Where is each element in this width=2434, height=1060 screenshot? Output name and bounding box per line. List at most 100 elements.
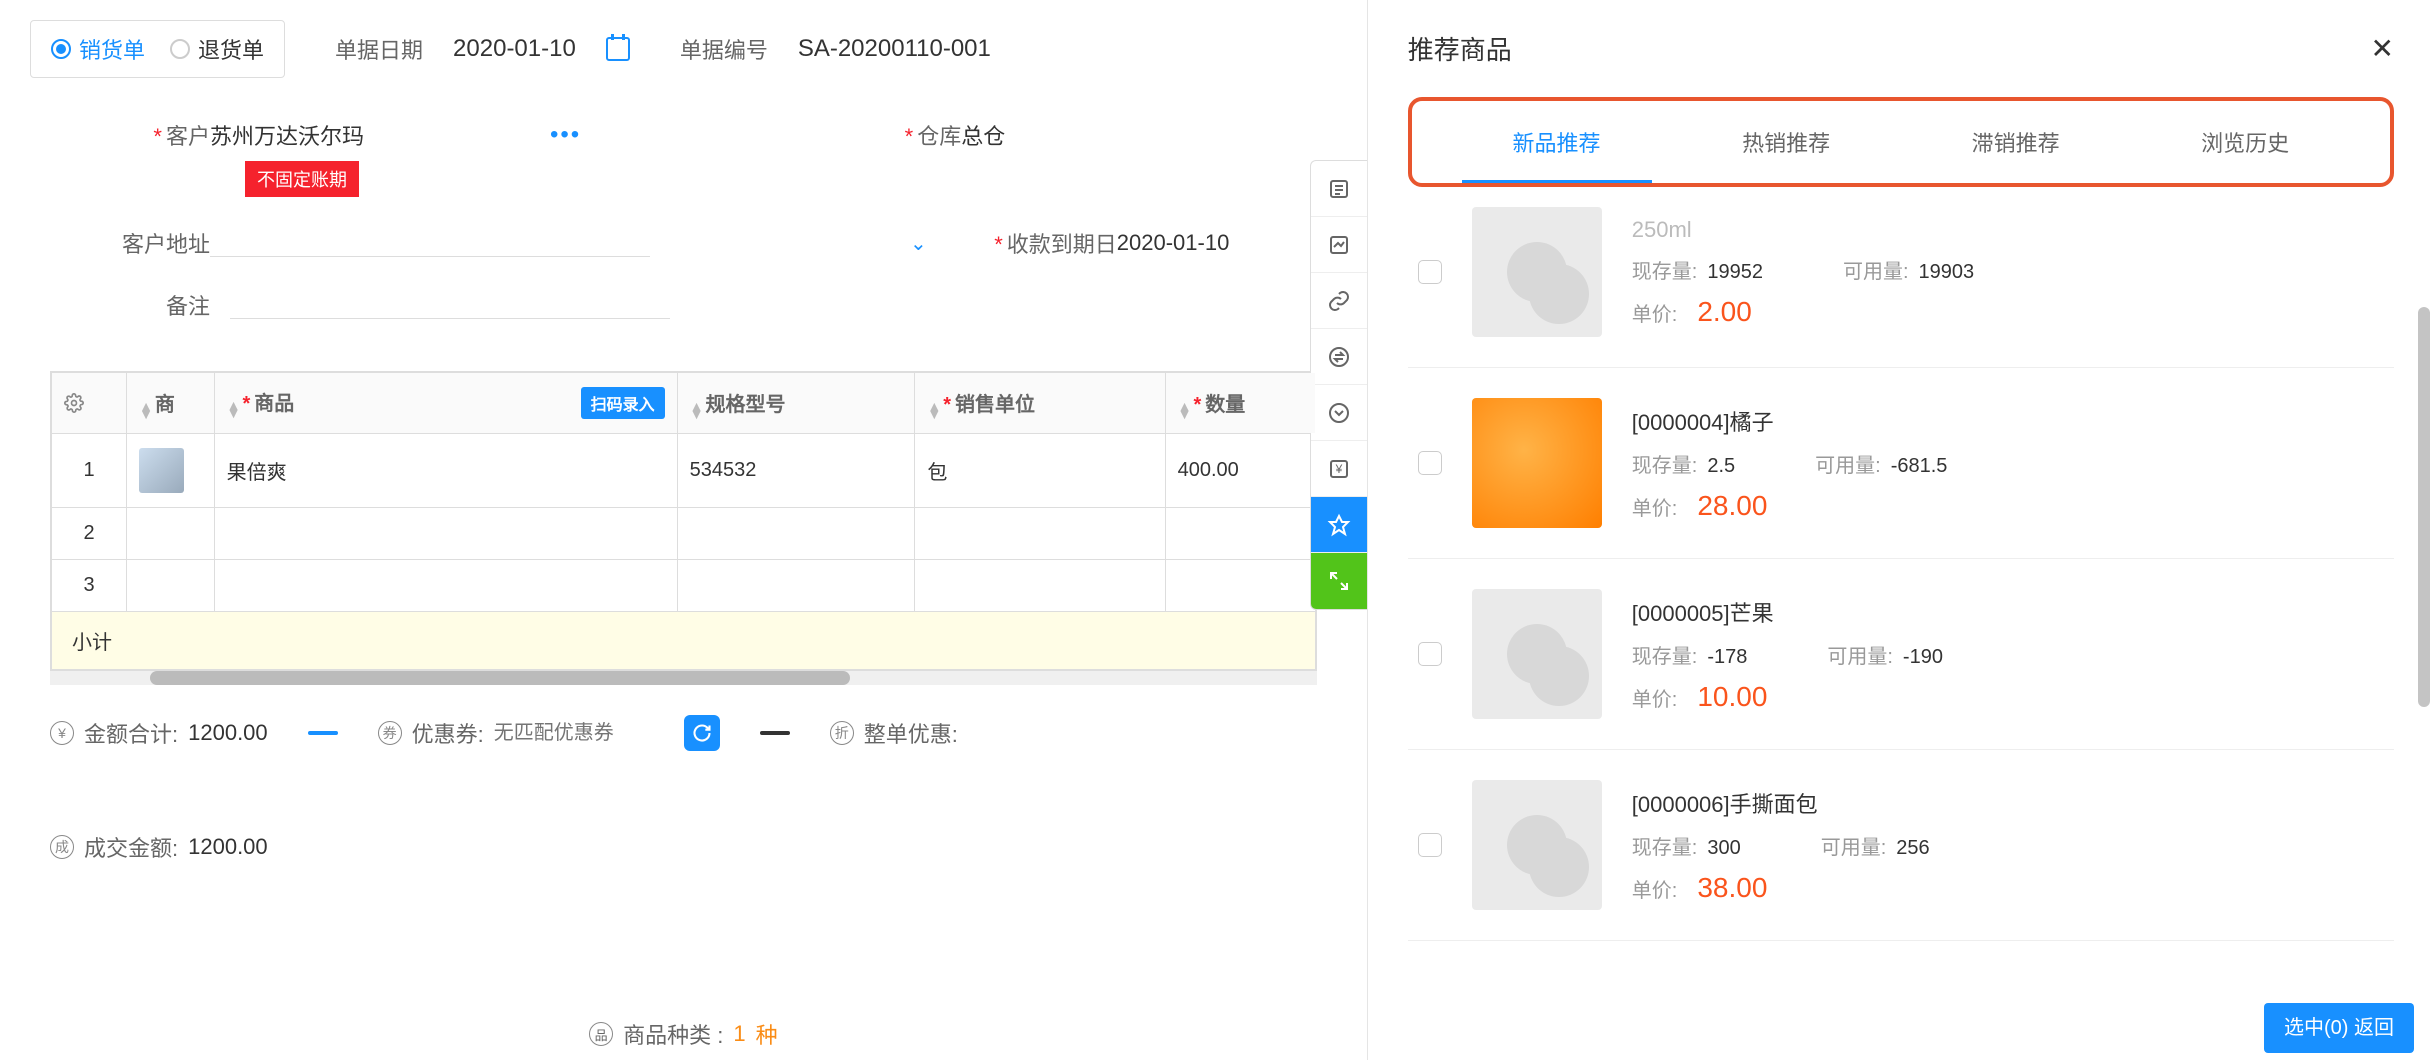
- price-label: 单价:: [1632, 689, 1678, 711]
- list-scrollbar[interactable]: [2418, 307, 2430, 707]
- item-checkbox[interactable]: [1418, 642, 1442, 666]
- table-row[interactable]: 2: [52, 508, 1316, 560]
- close-icon[interactable]: ✕: [2371, 32, 2394, 65]
- avail-label: 可用量:: [1821, 837, 1887, 859]
- deal-amount-label: 成交金额:: [84, 831, 178, 863]
- row-product[interactable]: [214, 508, 677, 560]
- row-product[interactable]: 果倍爽: [214, 434, 677, 508]
- price-value: 28.00: [1697, 490, 1767, 521]
- col-product[interactable]: ▲▼*商品扫码录入: [214, 373, 677, 434]
- gear-column-header[interactable]: [52, 373, 127, 434]
- row-product[interactable]: [214, 560, 677, 612]
- row-spec[interactable]: [677, 508, 915, 560]
- doc-no-label: 单据编号: [680, 33, 768, 65]
- package-icon: 品: [589, 1022, 613, 1046]
- row-spec[interactable]: [677, 560, 915, 612]
- stock-label: 现存量:: [1632, 455, 1698, 477]
- side-toolbar: ¥: [1310, 160, 1367, 610]
- coupon-label: 优惠券:: [412, 717, 484, 749]
- row-qty[interactable]: [1165, 508, 1315, 560]
- avail-value: 19903: [1919, 261, 1975, 283]
- item-image: [1472, 207, 1602, 337]
- coupon-input[interactable]: [494, 722, 674, 745]
- due-date-label: *收款到期日: [957, 227, 1117, 259]
- table-hscrollbar[interactable]: [50, 671, 1317, 685]
- tab-hot-recommend[interactable]: 热销推荐: [1742, 116, 1830, 168]
- row-unit[interactable]: 包: [915, 434, 1165, 508]
- selected-return-button[interactable]: 选中(0) 返回: [2264, 1003, 2414, 1053]
- doc-date-value[interactable]: 2020-01-10: [453, 35, 576, 63]
- dash-separator-icon: [308, 731, 338, 735]
- item-image: [1472, 589, 1602, 719]
- toolbar-list-icon[interactable]: [1311, 161, 1367, 217]
- toolbar-currency-icon[interactable]: ¥: [1311, 441, 1367, 497]
- toolbar-link-icon[interactable]: [1311, 273, 1367, 329]
- customer-badge: 不固定账期: [245, 161, 359, 197]
- price-label: 单价:: [1632, 880, 1678, 902]
- tab-return-order-label: 退货单: [198, 33, 264, 65]
- calendar-icon[interactable]: [606, 37, 630, 61]
- scan-input-button[interactable]: 扫码录入: [581, 387, 665, 419]
- item-checkbox[interactable]: [1418, 833, 1442, 857]
- footer-product-count: 品 商品种类 : 1 种: [0, 1018, 1367, 1050]
- col-unit[interactable]: ▲▼*销售单位: [915, 373, 1165, 434]
- radio-checked-icon: [51, 39, 71, 59]
- remark-input[interactable]: [230, 291, 670, 319]
- recommend-list[interactable]: 250ml 现存量:19952 可用量:19903 单价:2.00 [00000…: [1368, 207, 2434, 1060]
- stock-value: 19952: [1707, 261, 1763, 283]
- table-row[interactable]: 3: [52, 560, 1316, 612]
- doc-type-tabs: 销货单 退货单: [30, 20, 285, 78]
- radio-unchecked-icon: [170, 39, 190, 59]
- chevron-down-icon[interactable]: ⌄: [910, 231, 927, 256]
- row-spec[interactable]: 534532: [677, 434, 915, 508]
- stock-label: 现存量:: [1632, 837, 1698, 859]
- toolbar-expand-icon[interactable]: [1311, 553, 1367, 609]
- customer-lookup-icon[interactable]: •••: [550, 121, 581, 149]
- cust-addr-input[interactable]: [210, 229, 650, 257]
- price-label: 单价:: [1632, 304, 1678, 326]
- header-row: 销货单 退货单 单据日期 2020-01-10 单据编号 SA-20200110…: [0, 0, 1367, 99]
- row-qty[interactable]: [1165, 560, 1315, 612]
- avail-label: 可用量:: [1827, 646, 1893, 668]
- row-thumb-cell: [127, 508, 215, 560]
- item-checkbox[interactable]: [1418, 451, 1442, 475]
- due-date-value[interactable]: 2020-01-10: [1117, 230, 1317, 256]
- col-qty[interactable]: ▲▼*数量: [1165, 373, 1315, 434]
- order-discount-label: 整单优惠:: [864, 717, 958, 749]
- row-qty[interactable]: 400.00: [1165, 434, 1315, 508]
- deal-icon: 成: [50, 835, 74, 859]
- price-value: 10.00: [1697, 681, 1767, 712]
- toolbar-chart-icon[interactable]: [1311, 217, 1367, 273]
- tab-browse-history[interactable]: 浏览历史: [2201, 116, 2289, 168]
- recommend-item: [0000006]手撕面包 现存量:300 可用量:256 单价:38.00: [1408, 750, 2394, 941]
- tab-return-order[interactable]: 退货单: [170, 33, 264, 65]
- table-row[interactable]: 1 果倍爽 534532 包 400.00: [52, 434, 1316, 508]
- totals-bar: ¥ 金额合计: 1200.00 券 优惠券: 折 整单优惠: 成 成交金额: 1…: [0, 685, 1367, 893]
- customer-value[interactable]: 苏州万达沃尔玛: [210, 119, 410, 151]
- recommend-panel: 推荐商品 ✕ 新品推荐 热销推荐 滞销推荐 浏览历史 250ml 现存量:199…: [1367, 0, 2434, 1060]
- tab-slow-recommend[interactable]: 滞销推荐: [1972, 116, 2060, 168]
- yen-icon: ¥: [50, 721, 74, 745]
- remark-label: 备注: [50, 289, 210, 321]
- item-image: [1472, 398, 1602, 528]
- avail-label: 可用量:: [1815, 455, 1881, 477]
- price-value: 38.00: [1697, 872, 1767, 903]
- tab-new-recommend[interactable]: 新品推荐: [1513, 116, 1601, 168]
- warehouse-value[interactable]: 总仓: [961, 119, 1161, 151]
- col-prod-img[interactable]: ▲▼商: [127, 373, 215, 434]
- toolbar-star-icon[interactable]: [1311, 497, 1367, 553]
- row-unit[interactable]: [915, 560, 1165, 612]
- toolbar-reject-icon[interactable]: [1311, 385, 1367, 441]
- row-unit[interactable]: [915, 508, 1165, 560]
- tab-sales-order[interactable]: 销货单: [51, 33, 145, 65]
- product-thumb-icon: [139, 448, 184, 493]
- amount-total-label: 金额合计:: [84, 717, 178, 749]
- coupon-refresh-button[interactable]: [684, 715, 720, 751]
- warehouse-label: *仓库: [801, 119, 961, 151]
- recommend-tabs-highlight: 新品推荐 热销推荐 滞销推荐 浏览历史: [1408, 97, 2394, 187]
- item-checkbox[interactable]: [1418, 260, 1442, 284]
- amount-total-value: 1200.00: [188, 720, 268, 746]
- recommend-item: 250ml 现存量:19952 可用量:19903 单价:2.00: [1408, 207, 2394, 368]
- col-spec[interactable]: ▲▼规格型号: [677, 373, 915, 434]
- toolbar-transfer-icon[interactable]: [1311, 329, 1367, 385]
